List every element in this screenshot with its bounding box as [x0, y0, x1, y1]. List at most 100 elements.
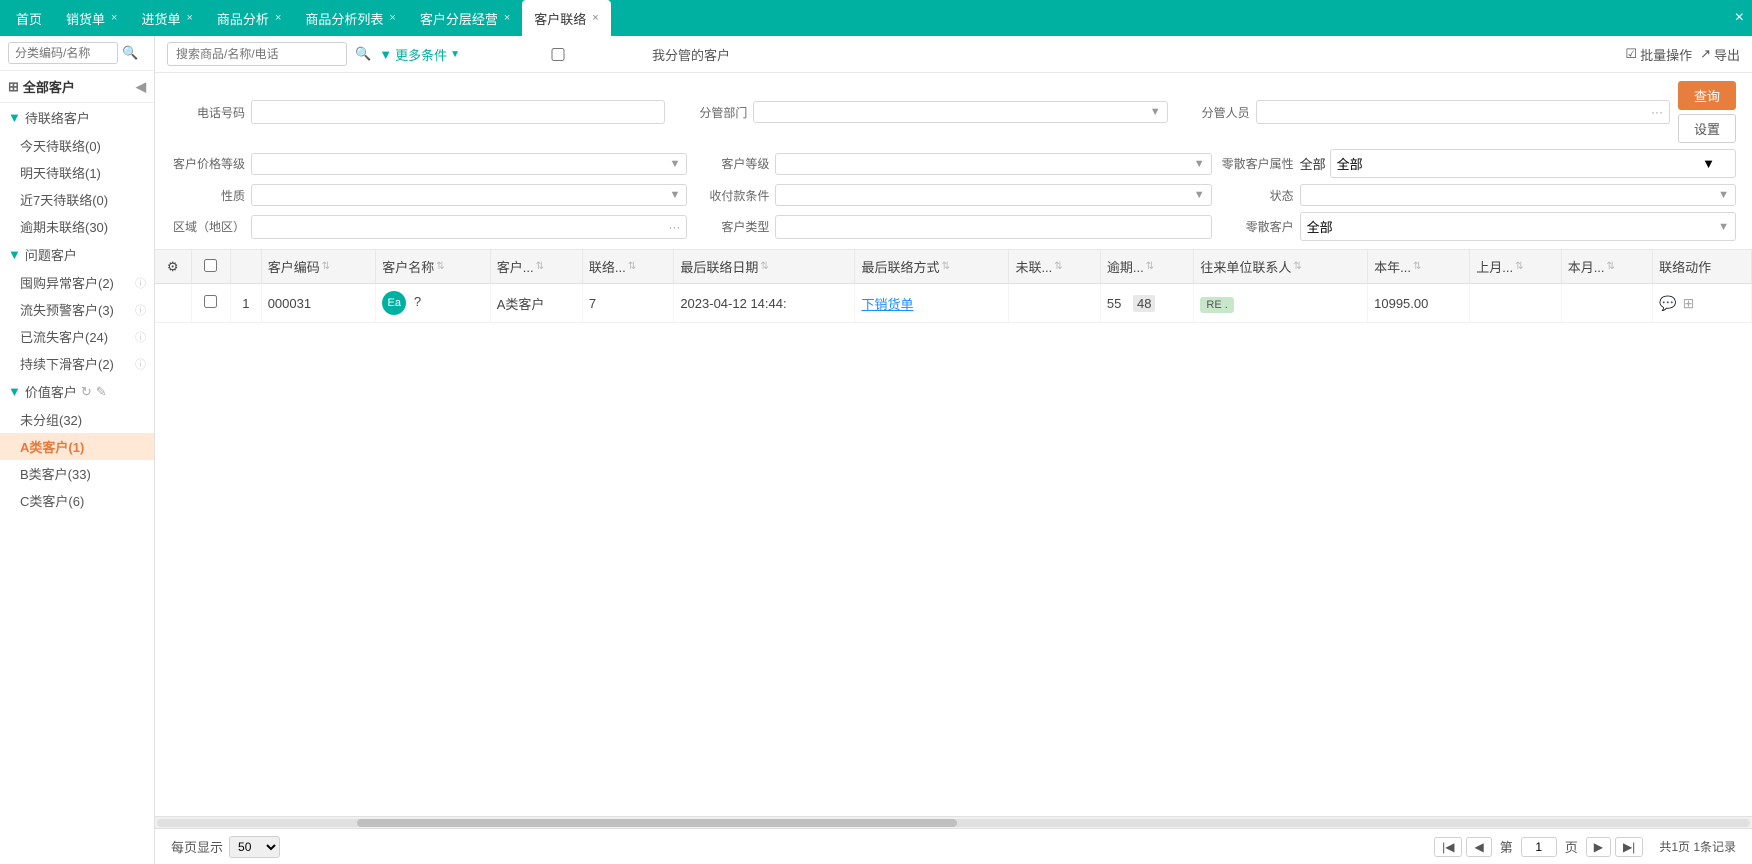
my-customer-checkbox[interactable]: 我分管的客户 [468, 45, 730, 64]
close-icon[interactable]: × [111, 12, 117, 24]
sidebar-search-icon[interactable]: 🔍 [122, 45, 138, 61]
row-contact-count: 7 [582, 284, 673, 323]
close-icon[interactable]: × [592, 12, 598, 24]
collapse-icon[interactable]: ◀ [136, 79, 146, 95]
sort-icon[interactable]: ⇅ [1146, 261, 1154, 272]
th-last-contact-method[interactable]: 最后联络方式 ⇅ [855, 250, 1009, 284]
page-size-select[interactable]: 50 100 200 [229, 836, 280, 858]
nature-select[interactable]: ▼ [251, 184, 687, 206]
refresh-icon[interactable]: ↻ [81, 384, 92, 400]
row-seq: 1 [230, 284, 261, 323]
more-conditions-btn[interactable]: ▼ 更多条件 ▼ [379, 45, 460, 64]
sidebar-item-tomorrow-contact[interactable]: 明天待联络(1) [0, 159, 154, 186]
phone-input[interactable] [251, 100, 665, 124]
th-last-contact-date[interactable]: 最后联络日期 ⇅ [674, 250, 855, 284]
select-all-checkbox[interactable] [204, 259, 217, 272]
settings-icon[interactable]: ⚙ [167, 259, 179, 274]
tab-product-list[interactable]: 商品分析列表 × [293, 0, 407, 36]
window-close-icon[interactable]: × [1735, 9, 1744, 27]
last-page-btn[interactable]: ▶| [1615, 837, 1643, 857]
sort-icon[interactable]: ⇅ [1413, 261, 1421, 272]
sort-icon[interactable]: ⇅ [1515, 261, 1523, 272]
sidebar-item-unclassified[interactable]: 未分组(32) [0, 406, 154, 433]
th-last-month[interactable]: 上月... ⇅ [1470, 250, 1561, 284]
scrollbar-thumb[interactable] [357, 819, 957, 827]
sidebar-item-b-class[interactable]: B类客户(33) [0, 460, 154, 487]
horizontal-scrollbar[interactable] [155, 816, 1752, 828]
sort-icon[interactable]: ⇅ [1607, 261, 1615, 272]
close-icon[interactable]: × [504, 12, 510, 24]
sidebar-item-c-class[interactable]: C类客户(6) [0, 487, 154, 514]
th-overdue[interactable]: 逾期... ⇅ [1100, 250, 1193, 284]
sidebar-item-a-class[interactable]: A类客户(1) [0, 433, 154, 460]
retail-customer-select[interactable]: 全部 ▼ [1300, 212, 1736, 241]
sidebar-section-value[interactable]: ▼ 价值客户 ↻ ✎ [0, 377, 154, 406]
th-this-month[interactable]: 本月... ⇅ [1561, 250, 1652, 284]
setting-button[interactable]: 设置 [1678, 114, 1736, 143]
export-btn[interactable]: ↗ 导出 [1700, 45, 1740, 64]
page-number-input[interactable] [1521, 837, 1557, 857]
main-search-input[interactable] [167, 42, 347, 66]
th-contact-person[interactable]: 往来单位联系人 ⇅ [1194, 250, 1368, 284]
th-settings[interactable]: ⚙ [155, 250, 191, 284]
sidebar-item-hoarding[interactable]: 囤购异常客户(2) ⓘ [0, 269, 154, 296]
sort-icon[interactable]: ⇅ [436, 261, 444, 272]
sidebar-item-today-contact[interactable]: 今天待联络(0) [0, 132, 154, 159]
sidebar-item-7day-contact[interactable]: 近7天待联络(0) [0, 186, 154, 213]
th-code[interactable]: 客户编码 ⇅ [261, 250, 376, 284]
sidebar-search-input[interactable] [8, 42, 118, 64]
close-icon[interactable]: × [186, 12, 192, 24]
sort-icon[interactable]: ⇅ [760, 261, 768, 272]
close-icon[interactable]: × [275, 12, 281, 24]
th-checkbox[interactable] [191, 250, 230, 284]
tab-product-analysis[interactable]: 商品分析 × [205, 0, 293, 36]
sidebar-section-contact[interactable]: ▼ 待联络客户 [0, 103, 154, 132]
sort-icon[interactable]: ⇅ [536, 261, 544, 272]
close-icon[interactable]: × [389, 12, 395, 24]
tab-customer-contact[interactable]: 客户联络 × [522, 0, 610, 36]
main-search-icon[interactable]: 🔍 [355, 46, 371, 62]
sort-icon[interactable]: ⇅ [322, 261, 330, 272]
row-last-month [1470, 284, 1561, 323]
customer-grade-select[interactable]: ▼ [775, 153, 1211, 175]
dept-select[interactable]: ▼ [753, 101, 1167, 123]
sort-icon[interactable]: ⇅ [628, 261, 636, 272]
th-this-year[interactable]: 本年... ⇅ [1368, 250, 1470, 284]
tab-sales[interactable]: 销货单 × [54, 0, 129, 36]
person-select[interactable]: ··· [1256, 100, 1670, 124]
tab-purchase[interactable]: 进货单 × [129, 0, 204, 36]
th-name[interactable]: 客户名称 ⇅ [376, 250, 491, 284]
sort-icon[interactable]: ⇅ [1054, 261, 1062, 272]
tab-home[interactable]: 首页 [4, 0, 54, 36]
search-button[interactable]: 查询 [1678, 81, 1736, 110]
sidebar-item-overdue-contact[interactable]: 逾期未联络(30) [0, 213, 154, 240]
my-customer-check[interactable] [468, 48, 648, 61]
sidebar-item-lost[interactable]: 已流失客户(24) ⓘ [0, 323, 154, 350]
edit-group-icon[interactable]: ✎ [96, 384, 107, 400]
sort-icon[interactable]: ⇅ [941, 261, 949, 272]
row-last-contact-method[interactable]: 下销货单 [855, 284, 1009, 323]
th-customer-type[interactable]: 客户... ⇅ [490, 250, 582, 284]
row-checkbox-cell[interactable] [191, 284, 230, 323]
batch-op-btn[interactable]: ☑ 批量操作 [1625, 45, 1692, 64]
sort-icon[interactable]: ⇅ [1293, 261, 1301, 272]
sidebar-item-declining[interactable]: 持续下滑客户(2) ⓘ [0, 350, 154, 377]
customer-type-input[interactable] [775, 215, 1211, 239]
first-page-btn[interactable]: |◀ [1434, 837, 1462, 857]
row-checkbox[interactable] [204, 295, 217, 308]
status-select[interactable]: ▼ [1300, 184, 1736, 206]
th-contact-count[interactable]: 联络... ⇅ [582, 250, 673, 284]
sidebar-section-problem[interactable]: ▼ 问题客户 [0, 240, 154, 269]
price-grade-select[interactable]: ▼ [251, 153, 687, 175]
payment-select[interactable]: ▼ [775, 184, 1211, 206]
tab-customer-stratify[interactable]: 客户分层经营 × [408, 0, 522, 36]
sidebar-item-loss-warning[interactable]: 流失预警客户(3) ⓘ [0, 296, 154, 323]
sidebar-all-header[interactable]: ⊞ 全部客户 ◀ [0, 71, 154, 103]
prev-page-btn[interactable]: ◀ [1466, 837, 1491, 857]
th-no-contact[interactable]: 未联... ⇅ [1009, 250, 1100, 284]
comment-icon[interactable]: 💬 [1659, 295, 1676, 312]
grid-action-icon[interactable]: ⊞ [1683, 295, 1695, 312]
chevron-down-icon: ▼ [1150, 106, 1161, 118]
region-select[interactable]: ··· [251, 215, 687, 239]
next-page-btn[interactable]: ▶ [1586, 837, 1611, 857]
